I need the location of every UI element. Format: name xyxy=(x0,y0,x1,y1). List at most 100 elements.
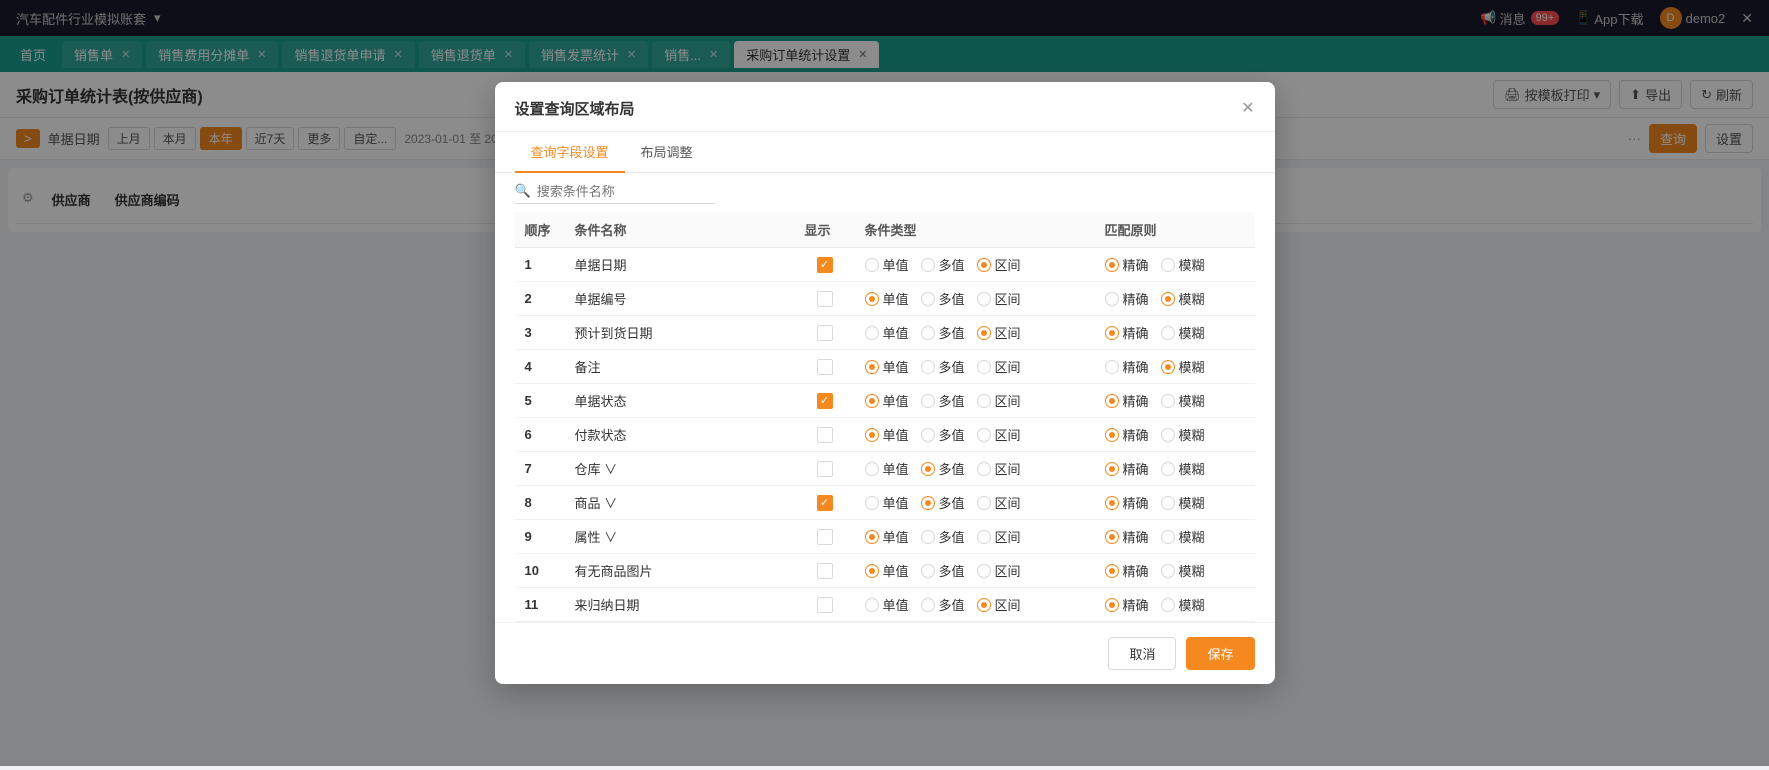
match-radio-9-0[interactable]: 精确 xyxy=(1105,561,1149,580)
match-radio-6-1[interactable]: 模糊 xyxy=(1161,459,1205,478)
cell-show-2[interactable] xyxy=(795,316,855,350)
match-radio-10-1[interactable]: 模糊 xyxy=(1161,595,1205,614)
type-radio-6-0[interactable]: 单值 xyxy=(865,459,909,478)
type-radio-1-0[interactable]: 单值 xyxy=(865,289,909,308)
type-radio-2-2[interactable]: 区间 xyxy=(977,323,1021,342)
radio-label-match-10-1: 模糊 xyxy=(1179,595,1205,614)
tab-query-field-settings[interactable]: 查询字段设置 xyxy=(515,132,625,173)
type-radio-9-1[interactable]: 多值 xyxy=(921,561,965,580)
radio-dot-type-6-2 xyxy=(977,462,991,476)
cell-show-8[interactable] xyxy=(795,520,855,554)
radio-dot-match-9-0 xyxy=(1105,564,1119,578)
checkbox-show-1[interactable] xyxy=(817,291,833,307)
type-radio-3-2[interactable]: 区间 xyxy=(977,357,1021,376)
match-radio-0-1[interactable]: 模糊 xyxy=(1161,255,1205,274)
type-radio-5-2[interactable]: 区间 xyxy=(977,425,1021,444)
type-radio-8-0[interactable]: 单值 xyxy=(865,527,909,546)
checkbox-show-7[interactable] xyxy=(817,495,833,511)
match-radio-7-1[interactable]: 模糊 xyxy=(1161,493,1205,512)
match-radio-4-0[interactable]: 精确 xyxy=(1105,391,1149,410)
type-radio-2-0[interactable]: 单值 xyxy=(865,323,909,342)
cell-show-1[interactable] xyxy=(795,282,855,316)
radio-label-match-4-1: 模糊 xyxy=(1179,391,1205,410)
save-button[interactable]: 保存 xyxy=(1186,637,1254,670)
type-radio-10-2[interactable]: 区间 xyxy=(977,595,1021,614)
match-radio-7-0[interactable]: 精确 xyxy=(1105,493,1149,512)
type-radio-1-2[interactable]: 区间 xyxy=(977,289,1021,308)
match-radio-8-1[interactable]: 模糊 xyxy=(1161,527,1205,546)
type-radio-4-2[interactable]: 区间 xyxy=(977,391,1021,410)
type-radio-3-1[interactable]: 多值 xyxy=(921,357,965,376)
cell-order-6: 7 xyxy=(515,452,565,486)
type-radio-6-2[interactable]: 区间 xyxy=(977,459,1021,478)
radio-dot-match-10-1 xyxy=(1161,598,1175,612)
cell-show-0[interactable] xyxy=(795,248,855,282)
radio-label-match-2-1: 模糊 xyxy=(1179,323,1205,342)
type-radio-9-2[interactable]: 区间 xyxy=(977,561,1021,580)
type-radio-5-0[interactable]: 单值 xyxy=(865,425,909,444)
type-radio-group-0: 单值多值区间 xyxy=(865,255,1085,274)
checkbox-show-2[interactable] xyxy=(817,325,833,341)
radio-dot-match-6-1 xyxy=(1161,462,1175,476)
type-radio-4-0[interactable]: 单值 xyxy=(865,391,909,410)
radio-dot-type-7-2 xyxy=(977,496,991,510)
type-radio-2-1[interactable]: 多值 xyxy=(921,323,965,342)
checkbox-show-6[interactable] xyxy=(817,461,833,477)
type-radio-6-1[interactable]: 多值 xyxy=(921,459,965,478)
cell-show-9[interactable] xyxy=(795,554,855,588)
match-radio-3-0[interactable]: 精确 xyxy=(1105,357,1149,376)
dialog-close-btn[interactable]: ✕ xyxy=(1241,101,1254,117)
match-radio-5-1[interactable]: 模糊 xyxy=(1161,425,1205,444)
checkbox-show-9[interactable] xyxy=(817,563,833,579)
type-radio-8-2[interactable]: 区间 xyxy=(977,527,1021,546)
match-radio-1-0[interactable]: 精确 xyxy=(1105,289,1149,308)
tab-layout-adjust[interactable]: 布局调整 xyxy=(625,132,709,173)
radio-dot-match-2-0 xyxy=(1105,326,1119,340)
type-radio-7-2[interactable]: 区间 xyxy=(977,493,1021,512)
match-radio-1-1[interactable]: 模糊 xyxy=(1161,289,1205,308)
match-radio-5-0[interactable]: 精确 xyxy=(1105,425,1149,444)
type-radio-group-8: 单值多值区间 xyxy=(865,527,1085,546)
type-radio-10-0[interactable]: 单值 xyxy=(865,595,909,614)
match-radio-8-0[interactable]: 精确 xyxy=(1105,527,1149,546)
checkbox-show-0[interactable] xyxy=(817,257,833,273)
type-radio-0-0[interactable]: 单值 xyxy=(865,255,909,274)
checkbox-show-10[interactable] xyxy=(817,597,833,613)
search-input[interactable] xyxy=(537,184,697,199)
cell-type-7: 单值 多值区间 xyxy=(855,486,1095,520)
type-radio-9-0[interactable]: 单值 xyxy=(865,561,909,580)
cell-show-10[interactable] xyxy=(795,588,855,622)
cell-show-7[interactable] xyxy=(795,486,855,520)
match-radio-4-1[interactable]: 模糊 xyxy=(1161,391,1205,410)
cancel-button[interactable]: 取消 xyxy=(1108,637,1176,670)
match-radio-group-4: 精确 模糊 xyxy=(1105,391,1245,410)
match-radio-10-0[interactable]: 精确 xyxy=(1105,595,1149,614)
cell-show-5[interactable] xyxy=(795,418,855,452)
cell-show-3[interactable] xyxy=(795,350,855,384)
cell-type-1: 单值多值区间 xyxy=(855,282,1095,316)
type-radio-0-2[interactable]: 区间 xyxy=(977,255,1021,274)
match-radio-6-0[interactable]: 精确 xyxy=(1105,459,1149,478)
checkbox-show-3[interactable] xyxy=(817,359,833,375)
cell-show-6[interactable] xyxy=(795,452,855,486)
checkbox-show-5[interactable] xyxy=(817,427,833,443)
match-radio-3-1[interactable]: 模糊 xyxy=(1161,357,1205,376)
cell-type-3: 单值多值区间 xyxy=(855,350,1095,384)
match-radio-9-1[interactable]: 模糊 xyxy=(1161,561,1205,580)
cell-show-4[interactable] xyxy=(795,384,855,418)
type-radio-8-1[interactable]: 多值 xyxy=(921,527,965,546)
checkbox-show-8[interactable] xyxy=(817,529,833,545)
checkbox-show-4[interactable] xyxy=(817,393,833,409)
type-radio-4-1[interactable]: 多值 xyxy=(921,391,965,410)
type-radio-10-1[interactable]: 多值 xyxy=(921,595,965,614)
radio-label-type-7-1: 多值 xyxy=(939,493,965,512)
type-radio-0-1[interactable]: 多值 xyxy=(921,255,965,274)
type-radio-1-1[interactable]: 多值 xyxy=(921,289,965,308)
match-radio-2-1[interactable]: 模糊 xyxy=(1161,323,1205,342)
match-radio-0-0[interactable]: 精确 xyxy=(1105,255,1149,274)
type-radio-3-0[interactable]: 单值 xyxy=(865,357,909,376)
type-radio-7-1[interactable]: 多值 xyxy=(921,493,965,512)
match-radio-2-0[interactable]: 精确 xyxy=(1105,323,1149,342)
type-radio-7-0[interactable]: 单值 xyxy=(865,493,909,512)
type-radio-5-1[interactable]: 多值 xyxy=(921,425,965,444)
